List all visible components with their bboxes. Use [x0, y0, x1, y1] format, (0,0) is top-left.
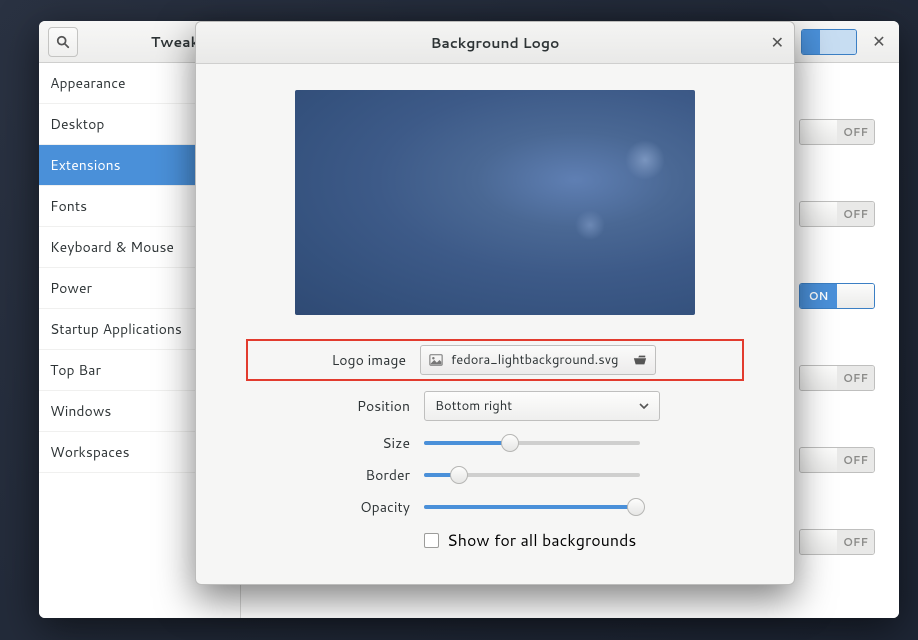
- logo-image-label: Logo image: [252, 350, 420, 370]
- slider-thumb[interactable]: [450, 466, 468, 484]
- toggle-label: OFF: [837, 120, 874, 144]
- position-combobox[interactable]: Bottom right: [424, 391, 660, 421]
- show-all-backgrounds-row: Show for all backgrounds: [424, 529, 744, 552]
- opacity-label: Opacity: [246, 497, 424, 517]
- extension-toggle[interactable]: OFF: [799, 447, 875, 473]
- extension-toggle[interactable]: OFF: [799, 365, 875, 391]
- toggle-label: OFF: [837, 530, 874, 554]
- border-slider[interactable]: [424, 465, 640, 485]
- chevron-down-icon: [639, 403, 649, 409]
- sidebar-item-label: Windows: [50, 401, 111, 421]
- toggle-label: OFF: [837, 448, 874, 472]
- settings-form: Logo image fedora_lightbackground.svg Po…: [246, 339, 744, 552]
- search-icon: [56, 35, 70, 49]
- show-all-backgrounds-checkbox[interactable]: [424, 533, 439, 548]
- slider-thumb[interactable]: [627, 498, 645, 516]
- size-slider[interactable]: [424, 433, 640, 453]
- extension-toggle[interactable]: OFF: [799, 201, 875, 227]
- sidebar-item-label: Power: [50, 278, 92, 298]
- file-open-icon: [633, 353, 647, 367]
- dialog-title: Background Logo: [431, 33, 560, 53]
- toggle-label: OFF: [837, 366, 874, 390]
- sidebar-item-label: Startup Applications: [50, 319, 182, 339]
- toggle-label: ON: [800, 284, 837, 308]
- search-button[interactable]: [48, 27, 78, 57]
- sidebar-item-label: Appearance: [50, 73, 126, 93]
- sidebar-item-label: Desktop: [50, 114, 104, 134]
- dialog-titlebar: Background Logo ✕: [196, 22, 794, 64]
- annotation-highlight: Logo image fedora_lightbackground.svg: [246, 339, 744, 381]
- sidebar-item-label: Fonts: [50, 196, 87, 216]
- dialog-close-button[interactable]: ✕: [771, 31, 784, 54]
- close-icon: ✕: [872, 30, 885, 53]
- show-all-backgrounds-label: Show for all backgrounds: [447, 529, 636, 552]
- toggle-label: OFF: [837, 202, 874, 226]
- sidebar-item-label: Workspaces: [50, 442, 130, 462]
- background-logo-dialog: Background Logo ✕ Logo image fedora_ligh…: [195, 21, 795, 585]
- dialog-body: Logo image fedora_lightbackground.svg Po…: [196, 64, 794, 584]
- close-icon: ✕: [771, 31, 784, 54]
- position-label: Position: [246, 396, 424, 416]
- extensions-master-toggle[interactable]: [801, 29, 857, 55]
- extension-toggle[interactable]: OFF: [799, 119, 875, 145]
- size-label: Size: [246, 433, 424, 453]
- sidebar-item-label: Keyboard & Mouse: [50, 237, 174, 257]
- extension-toggle[interactable]: OFF: [799, 529, 875, 555]
- background-preview: [295, 90, 695, 315]
- sidebar-item-label: Top Bar: [50, 360, 101, 380]
- extension-toggle[interactable]: ON: [799, 283, 875, 309]
- opacity-slider[interactable]: [424, 497, 640, 517]
- sidebar-item-label: Extensions: [50, 155, 121, 175]
- combo-value: Bottom right: [435, 397, 512, 415]
- logo-image-file-chooser[interactable]: fedora_lightbackground.svg: [420, 345, 656, 375]
- file-name: fedora_lightbackground.svg: [451, 351, 619, 369]
- border-label: Border: [246, 465, 424, 485]
- image-file-icon: [429, 353, 443, 367]
- slider-thumb[interactable]: [501, 434, 519, 452]
- window-close-button[interactable]: ✕: [867, 30, 891, 54]
